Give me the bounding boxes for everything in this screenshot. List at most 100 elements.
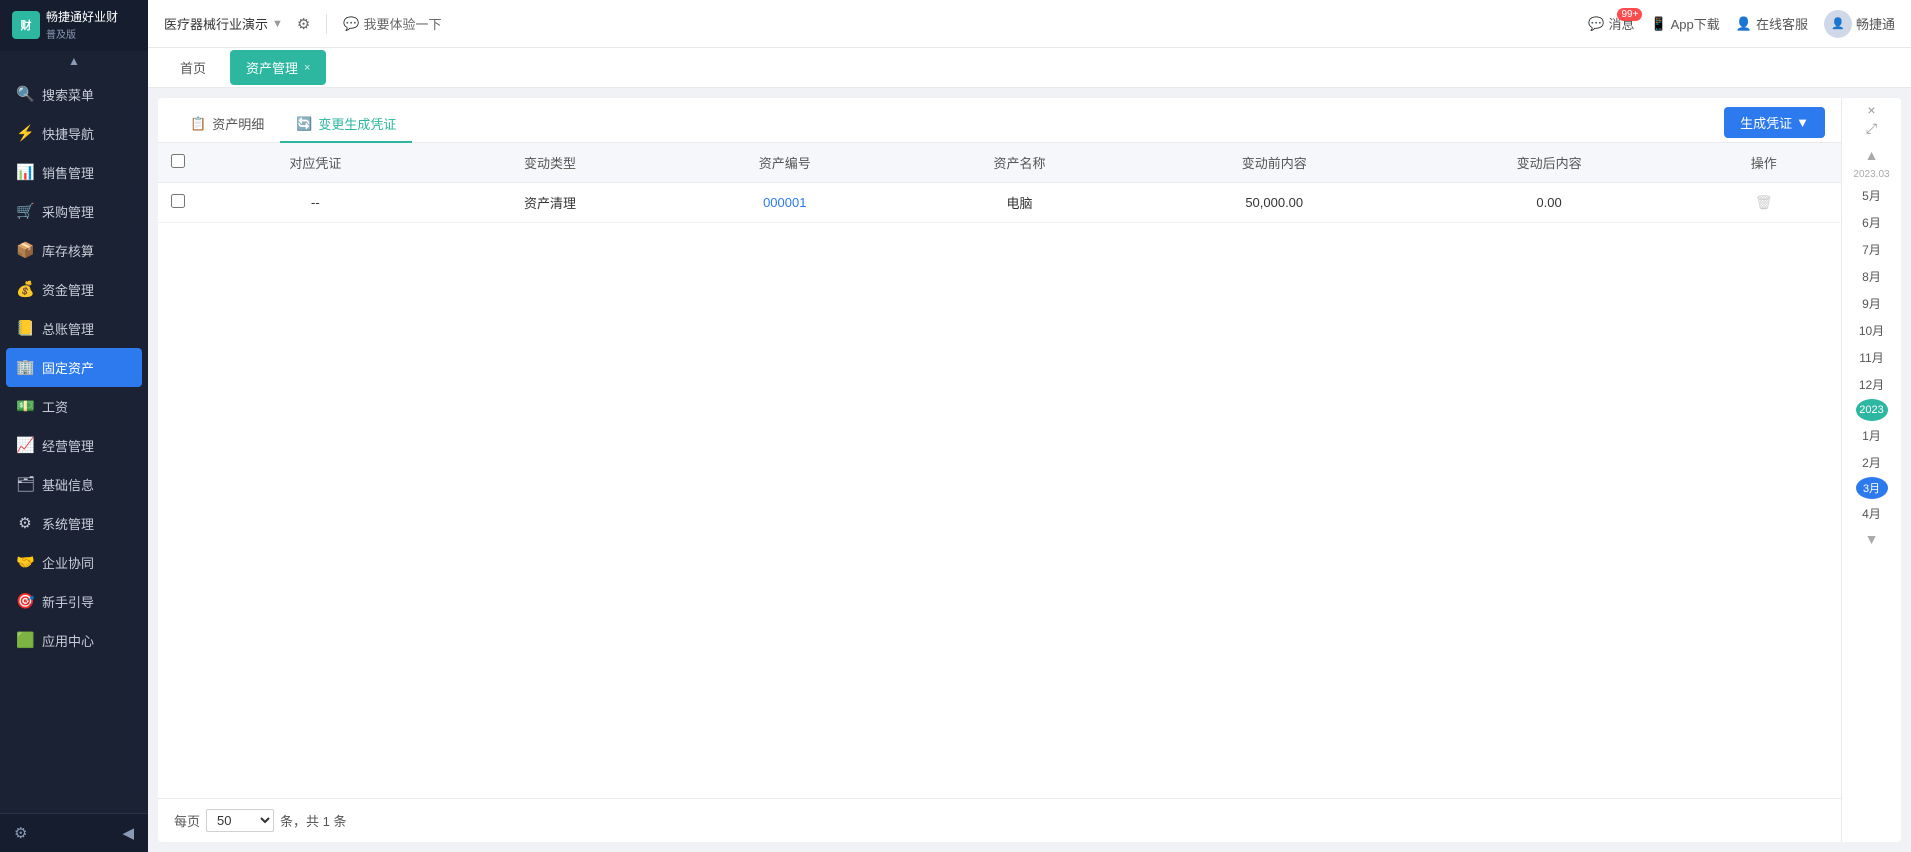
timeline-scroll-up[interactable]: ▲ xyxy=(1861,143,1883,167)
timeline-month-2023-1月[interactable]: 1月 xyxy=(1856,422,1888,449)
sidebar-scroll-up[interactable]: ▲ xyxy=(0,51,148,71)
tab-asset-detail[interactable]: 📋 资产明细 xyxy=(174,106,280,143)
app-download-icon: 📱 xyxy=(1650,16,1666,32)
timeline-month-11月[interactable]: 11月 xyxy=(1853,344,1890,371)
online-service-button[interactable]: 👤 在线客服 xyxy=(1736,14,1808,33)
select-all-checkbox[interactable] xyxy=(171,154,185,168)
sidebar-icon-purchase: 🛒 xyxy=(16,202,34,220)
timeline-scroll-down[interactable]: ▼ xyxy=(1861,527,1883,551)
sidebar-item-inventory[interactable]: 📦库存核算 xyxy=(0,231,148,270)
row-voucher: -- xyxy=(198,183,433,223)
timeline-month-6月[interactable]: 6月 xyxy=(1853,209,1890,236)
timeline-close-button[interactable]: × xyxy=(1867,102,1875,118)
sidebar-icon-ledger: 📒 xyxy=(16,319,34,337)
avatar: 👤 xyxy=(1824,10,1852,38)
sidebar-label-system: 系统管理 xyxy=(42,514,94,533)
sidebar-icon-search: 🔍 xyxy=(16,85,34,103)
table-row: -- 资产清理 000001 电脑 50,000.00 0.00 🗑 xyxy=(158,183,1841,223)
sidebar-item-fixedassets[interactable]: 🏢固定资产 xyxy=(6,348,142,387)
timeline-month-5月[interactable]: 5月 xyxy=(1853,182,1890,209)
per-page-unit: 条，共 1 条 xyxy=(280,811,346,830)
timeline-month-9月[interactable]: 9月 xyxy=(1853,290,1890,317)
timeline-year-header: 2023.03 xyxy=(1849,167,1893,182)
inner-tab-actions: 生成凭证 ▼ xyxy=(1724,107,1825,142)
timeline-month-10月[interactable]: 10月 xyxy=(1853,317,1890,344)
app-download-button[interactable]: 📱 App下载 xyxy=(1650,14,1719,33)
sidebar-item-system[interactable]: ⚙ 系统管理 xyxy=(0,504,148,543)
row-asset-no: 000001 xyxy=(667,183,902,223)
timeline-panel: × ⤢ ▲ 2023.03 5月6月7月8月9月10月11月12月 2023 1… xyxy=(1841,98,1901,842)
row-operation: 🗑 xyxy=(1687,183,1842,223)
sidebar-footer: ⚙ ◀ xyxy=(0,813,148,852)
timeline-month-8月[interactable]: 8月 xyxy=(1853,263,1890,290)
sidebar-item-guide[interactable]: 🎯新手引导 xyxy=(0,582,148,621)
sidebar-item-search[interactable]: 🔍搜索菜单 xyxy=(0,75,148,114)
timeline-month-2023-4月[interactable]: 4月 xyxy=(1856,500,1888,527)
timeline-month-2023-2月[interactable]: 2月 xyxy=(1856,449,1888,476)
per-page-select[interactable]: 102050100 xyxy=(206,809,274,832)
generate-voucher-label: 生成凭证 xyxy=(1740,113,1792,132)
sidebar-label-enterprise: 企业协同 xyxy=(42,553,94,572)
timeline-year-2023[interactable]: 2023 xyxy=(1856,399,1888,421)
sidebar-item-basic[interactable]: 🗂基础信息 xyxy=(0,465,148,504)
company-name: 医疗器械行业演示 xyxy=(164,14,268,33)
sidebar-label-purchase: 采购管理 xyxy=(42,202,94,221)
user-profile[interactable]: 👤 畅捷通 xyxy=(1824,10,1895,38)
sidebar-label-salary: 工资 xyxy=(42,397,68,416)
sidebar-item-purchase[interactable]: 🛒 采购管理 xyxy=(0,192,148,231)
tab-home[interactable]: 首页 xyxy=(164,50,222,85)
sidebar-menu: 🔍搜索菜单⚡快捷导航📊销售管理 🛒 采购管理 📦库存核算💰资金管理📒总账管理🏢固定资产… xyxy=(0,71,148,813)
row-before-change: 50,000.00 xyxy=(1137,183,1412,223)
timeline-months-2023: 1月2月3月4月 xyxy=(1856,422,1888,527)
row-checkbox[interactable] xyxy=(171,194,185,208)
logo-sub: 普及版 xyxy=(46,26,118,41)
sidebar-label-quicknav: 快捷导航 xyxy=(42,124,94,143)
tab-change-voucher[interactable]: 🔄 变更生成凭证 xyxy=(280,106,412,143)
generate-voucher-button[interactable]: 生成凭证 ▼ xyxy=(1724,107,1825,138)
sidebar-icon-salary: 💵 xyxy=(16,397,34,415)
app-download-label: App下载 xyxy=(1671,14,1720,33)
sidebar-settings-button[interactable]: ⚙ xyxy=(14,824,27,842)
timeline-months-before: 5月6月7月8月9月10月11月12月 xyxy=(1853,182,1890,398)
sidebar-item-enterprise[interactable]: 🤝 企业协同 xyxy=(0,543,148,582)
sidebar-icon-enterprise: 🤝 xyxy=(16,553,34,571)
col-asset-name: 资产名称 xyxy=(902,143,1137,183)
sidebar-icon-funds: 💰 xyxy=(16,280,34,298)
sidebar-collapse-button[interactable]: ◀ xyxy=(122,824,134,842)
col-before-change: 变动前内容 xyxy=(1137,143,1412,183)
timeline-month-12月[interactable]: 12月 xyxy=(1853,371,1890,398)
topbar-settings-button[interactable]: ⚙ xyxy=(297,15,310,33)
message-button[interactable]: 💬 消息 99+ xyxy=(1588,14,1634,33)
tab-asset-detail-label: 资产明细 xyxy=(212,114,264,133)
sidebar-label-operations: 经营管理 xyxy=(42,436,94,455)
sidebar-icon-operations: 📈 xyxy=(16,436,34,454)
sidebar-item-ledger[interactable]: 📒总账管理 xyxy=(0,309,148,348)
sidebar-item-quicknav[interactable]: ⚡快捷导航 xyxy=(0,114,148,153)
delete-button[interactable]: 🗑 xyxy=(1755,194,1773,211)
sidebar-item-sales[interactable]: 📊销售管理 xyxy=(0,153,148,192)
message-badge: 99+ xyxy=(1617,8,1642,21)
company-chevron-icon: ▼ xyxy=(272,18,283,30)
company-selector[interactable]: 医疗器械行业演示 ▼ xyxy=(164,14,283,33)
timeline-month-7月[interactable]: 7月 xyxy=(1853,236,1890,263)
timeline-month-2023-3月[interactable]: 3月 xyxy=(1856,477,1888,499)
sidebar-icon-fixedassets: 🏢 xyxy=(16,358,34,376)
sidebar-item-operations[interactable]: 📈 经营管理 xyxy=(0,426,148,465)
timeline-expand-button[interactable]: ⤢ xyxy=(1866,120,1877,137)
row-after-change: 0.00 xyxy=(1412,183,1687,223)
row-checkbox-cell xyxy=(158,183,198,223)
message-icon: 💬 xyxy=(1588,16,1604,32)
sidebar-logo: 财 畅捷通好业财 普及版 xyxy=(0,0,148,51)
feedback-icon: 💬 xyxy=(343,16,359,32)
topbar-divider xyxy=(326,14,327,34)
tab-close-icon[interactable]: × xyxy=(304,62,310,74)
topbar-feedback[interactable]: 💬 我要体验一下 xyxy=(343,14,441,33)
sidebar-item-apps[interactable]: 🟩应用中心 xyxy=(0,621,148,660)
row-change-type: 资产清理 xyxy=(433,183,668,223)
sidebar-item-funds[interactable]: 💰资金管理 xyxy=(0,270,148,309)
sidebar-item-salary[interactable]: 💵 工资 xyxy=(0,387,148,426)
sidebar-icon-system: ⚙ xyxy=(16,514,34,532)
sidebar-icon-sales: 📊 xyxy=(16,163,34,181)
tab-asset-management[interactable]: 资产管理 × xyxy=(230,50,326,85)
per-page-label: 每页 xyxy=(174,811,200,830)
